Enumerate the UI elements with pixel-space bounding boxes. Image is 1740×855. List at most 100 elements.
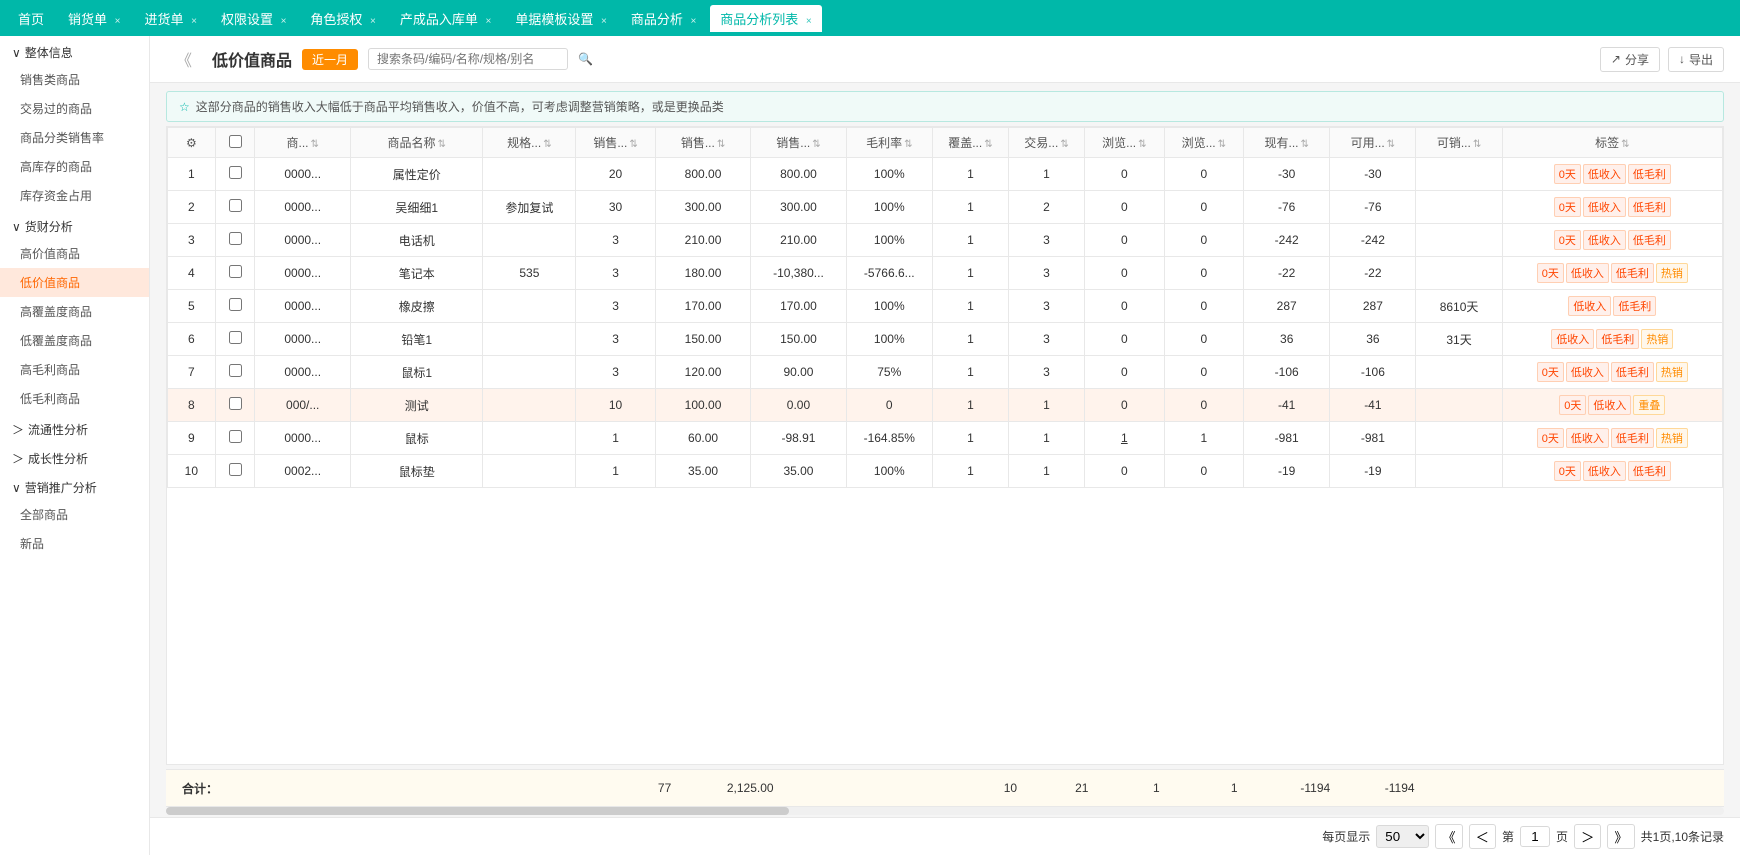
close-icon[interactable]: × xyxy=(601,16,607,27)
th-code[interactable]: 商...⇅ xyxy=(255,128,350,158)
data-table-wrapper[interactable]: ⚙ 商...⇅ 商品名称⇅ 规格...⇅ 销售...⇅ 销售...⇅ 销售...… xyxy=(166,126,1724,765)
cell-check[interactable] xyxy=(215,257,255,290)
th-index: ⚙ xyxy=(168,128,216,158)
th-name[interactable]: 商品名称⇅ xyxy=(350,128,483,158)
row-checkbox[interactable] xyxy=(229,265,242,278)
close-icon[interactable]: × xyxy=(115,16,121,27)
cell-view1[interactable]: 0 xyxy=(1085,323,1165,356)
sidebar-item-low-value[interactable]: 低价值商品 xyxy=(0,268,149,297)
sidebar-group-overall[interactable]: ∨ 整体信息 xyxy=(0,36,149,65)
sidebar-item-high-margin[interactable]: 高毛利商品 xyxy=(0,355,149,384)
sidebar-item-low-margin[interactable]: 低毛利商品 xyxy=(0,384,149,413)
sidebar-item-low-coverage[interactable]: 低覆盖度商品 xyxy=(0,326,149,355)
close-icon[interactable]: × xyxy=(191,16,197,27)
cell-view1[interactable]: 0 xyxy=(1085,158,1165,191)
close-icon[interactable]: × xyxy=(370,16,376,27)
sidebar-item-high-coverage[interactable]: 高覆盖度商品 xyxy=(0,297,149,326)
cell-check[interactable] xyxy=(215,323,255,356)
cell-view1[interactable]: 0 xyxy=(1085,356,1165,389)
search-icon[interactable]: 🔍 xyxy=(578,52,593,66)
th-spec[interactable]: 规格...⇅ xyxy=(483,128,576,158)
row-checkbox[interactable] xyxy=(229,463,242,476)
row-checkbox[interactable] xyxy=(229,397,242,410)
per-page-select[interactable]: 50 100 200 xyxy=(1376,825,1429,848)
row-checkbox[interactable] xyxy=(229,364,242,377)
nav-permission[interactable]: 权限设置 × xyxy=(211,5,296,32)
export-button[interactable]: ↓ 导出 xyxy=(1668,47,1724,72)
row-checkbox[interactable] xyxy=(229,199,242,212)
sidebar-group-flow[interactable]: ＞ 流通性分析 xyxy=(0,413,149,442)
cell-check[interactable] xyxy=(215,356,255,389)
close-icon[interactable]: × xyxy=(281,16,287,27)
view1-link[interactable]: 1 xyxy=(1121,431,1128,445)
th-stock2[interactable]: 可用...⇅ xyxy=(1330,128,1416,158)
row-checkbox[interactable] xyxy=(229,166,242,179)
current-page-input[interactable] xyxy=(1520,826,1550,847)
th-sale1[interactable]: 销售...⇅ xyxy=(576,128,656,158)
cell-view1[interactable]: 1 xyxy=(1085,422,1165,455)
th-gross[interactable]: 毛利率⇅ xyxy=(846,128,932,158)
close-icon[interactable]: × xyxy=(486,16,492,27)
next-page-btn[interactable]: ＞ xyxy=(1574,824,1601,849)
cell-check[interactable] xyxy=(215,191,255,224)
th-stock1[interactable]: 现有...⇅ xyxy=(1244,128,1330,158)
filter-recent-month-btn[interactable]: 近一月 xyxy=(302,49,358,70)
cell-check[interactable] xyxy=(215,158,255,191)
sidebar-item-all-goods[interactable]: 全部商品 xyxy=(0,500,149,529)
cell-check[interactable] xyxy=(215,455,255,488)
close-icon[interactable]: × xyxy=(690,16,696,27)
select-all-checkbox[interactable] xyxy=(229,135,242,148)
first-page-btn[interactable]: 《 xyxy=(1435,824,1462,849)
cell-check[interactable] xyxy=(215,422,255,455)
share-button[interactable]: ↗ 分享 xyxy=(1600,47,1660,72)
sidebar-item-stock-fund[interactable]: 库存资金占用 xyxy=(0,181,149,210)
cell-check[interactable] xyxy=(215,224,255,257)
sidebar-item-new-goods[interactable]: 新品 xyxy=(0,529,149,558)
sidebar-group-marketing[interactable]: ∨ 营销推广分析 xyxy=(0,471,149,500)
horizontal-scrollbar[interactable] xyxy=(166,807,1724,815)
row-checkbox[interactable] xyxy=(229,232,242,245)
cell-sale1: 3 xyxy=(576,356,656,389)
nav-home[interactable]: 首页 xyxy=(8,5,54,32)
row-checkbox[interactable] xyxy=(229,298,242,311)
settings-icon[interactable]: ⚙ xyxy=(186,136,197,150)
sidebar-item-high-stock[interactable]: 高库存的商品 xyxy=(0,152,149,181)
sidebar-group-growth[interactable]: ＞ 成长性分析 xyxy=(0,442,149,471)
nav-sales[interactable]: 销货单 × xyxy=(58,5,130,32)
th-trade[interactable]: 交易...⇅ xyxy=(1008,128,1084,158)
nav-purchase[interactable]: 进货单 × xyxy=(134,5,206,32)
cell-view1[interactable]: 0 xyxy=(1085,455,1165,488)
th-stock3[interactable]: 可销...⇅ xyxy=(1416,128,1502,158)
prev-page-btn[interactable]: ＜ xyxy=(1469,824,1496,849)
nav-analysis-list[interactable]: 商品分析列表 × xyxy=(710,5,821,32)
nav-analysis[interactable]: 商品分析 × xyxy=(621,5,706,32)
th-sale3[interactable]: 销售...⇅ xyxy=(751,128,846,158)
th-view2[interactable]: 浏览...⇅ xyxy=(1164,128,1244,158)
nav-stock-in[interactable]: 产成品入库单 × xyxy=(390,5,501,32)
sidebar-item-traded[interactable]: 交易过的商品 xyxy=(0,94,149,123)
search-input[interactable] xyxy=(368,48,568,70)
cell-view1[interactable]: 0 xyxy=(1085,290,1165,323)
sidebar-item-category-rate[interactable]: 商品分类销售率 xyxy=(0,123,149,152)
last-page-btn[interactable]: 》 xyxy=(1607,824,1634,849)
sidebar-item-sales-goods[interactable]: 销售类商品 xyxy=(0,65,149,94)
th-tag[interactable]: 标签⇅ xyxy=(1502,128,1722,158)
cell-view1[interactable]: 0 xyxy=(1085,224,1165,257)
cell-view1[interactable]: 0 xyxy=(1085,257,1165,290)
cell-view1[interactable]: 0 xyxy=(1085,389,1165,422)
th-cover[interactable]: 覆盖...⇅ xyxy=(932,128,1008,158)
sidebar-group-finance[interactable]: ∨ 货财分析 xyxy=(0,210,149,239)
row-checkbox[interactable] xyxy=(229,331,242,344)
row-checkbox[interactable] xyxy=(229,430,242,443)
nav-role[interactable]: 角色授权 × xyxy=(300,5,385,32)
th-view1[interactable]: 浏览...⇅ xyxy=(1085,128,1165,158)
cell-view1[interactable]: 0 xyxy=(1085,191,1165,224)
close-icon[interactable]: × xyxy=(806,16,812,27)
cell-check[interactable] xyxy=(215,389,255,422)
sidebar-item-high-value[interactable]: 高价值商品 xyxy=(0,239,149,268)
cell-check[interactable] xyxy=(215,290,255,323)
collapse-sidebar-btn[interactable]: 《 xyxy=(166,44,202,74)
nav-template[interactable]: 单据模板设置 × xyxy=(505,5,616,32)
th-sale2[interactable]: 销售...⇅ xyxy=(655,128,750,158)
scrollbar-thumb[interactable] xyxy=(166,807,789,815)
